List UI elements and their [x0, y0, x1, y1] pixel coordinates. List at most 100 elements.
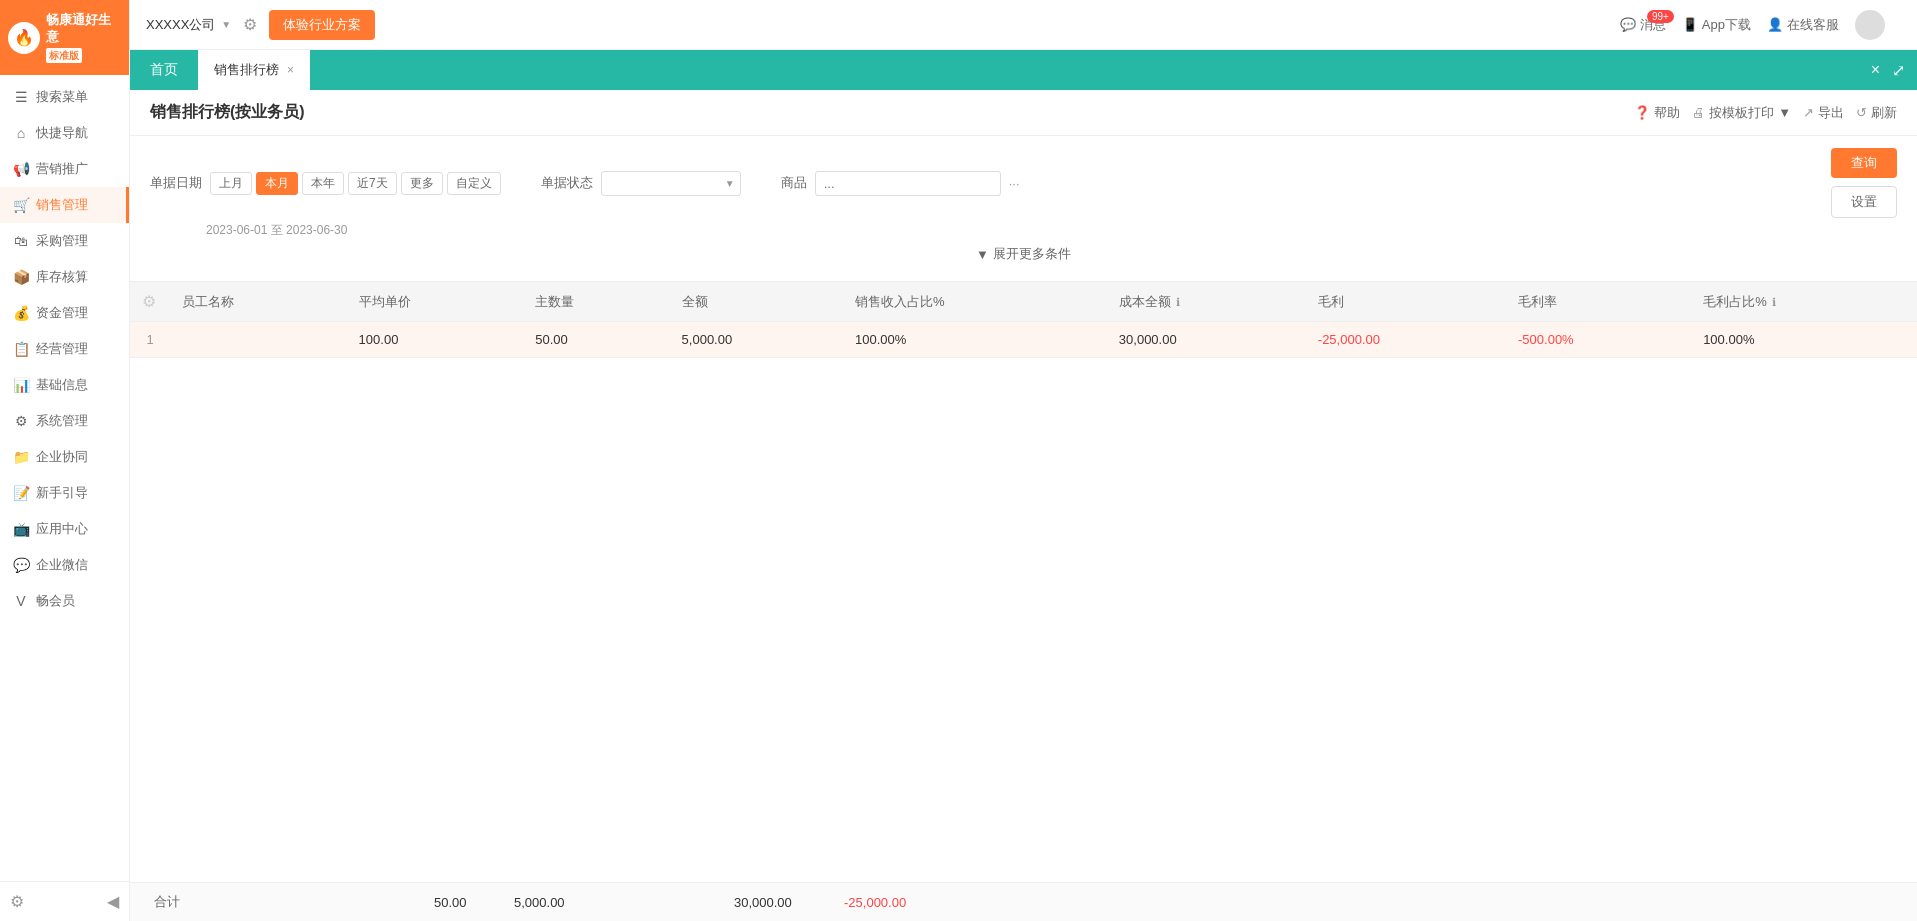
- cell-sales-pct: 100.00%: [843, 322, 1107, 358]
- sidebar-label-1: 快捷导航: [36, 124, 88, 142]
- print-btn[interactable]: 🖨 按模板打印 ▼: [1692, 104, 1791, 122]
- print-icon: 🖨: [1692, 105, 1705, 120]
- sidebar-item-0[interactable]: ☰搜索菜单: [0, 79, 129, 115]
- date-label: 单据日期: [150, 174, 202, 192]
- tab-close-window-icon[interactable]: ×: [1871, 61, 1880, 79]
- topbar-settings-icon[interactable]: ⚙: [243, 15, 257, 34]
- sidebar-item-14[interactable]: V畅会员: [0, 583, 129, 619]
- sidebar-item-3[interactable]: 🛒销售管理: [0, 187, 129, 223]
- edition-badge: 标准版: [46, 48, 82, 63]
- cell-profit-pct: 100.00%: [1691, 322, 1917, 358]
- company-selector[interactable]: XXXXX公司 ▼: [146, 16, 231, 34]
- goods-more-icon[interactable]: ···: [1009, 176, 1020, 191]
- sidebar-item-4[interactable]: 🛍采购管理: [0, 223, 129, 259]
- sidebar-item-9[interactable]: ⚙系统管理: [0, 403, 129, 439]
- sidebar-item-7[interactable]: 📋经营管理: [0, 331, 129, 367]
- settings-footer-icon[interactable]: ⚙: [10, 892, 24, 911]
- sidebar-label-4: 采购管理: [36, 232, 88, 250]
- col-profit: 毛利: [1306, 282, 1506, 322]
- message-icon: 💬: [1620, 17, 1636, 32]
- page-title: 销售排行榜(按业务员): [150, 102, 305, 123]
- status-filter: 单据状态: [541, 171, 741, 196]
- tab-maximize-icon[interactable]: ⤢: [1892, 61, 1905, 80]
- col-qty: 主数量: [523, 282, 669, 322]
- sidebar-item-10[interactable]: 📁企业协同: [0, 439, 129, 475]
- settings-btn[interactable]: 设置: [1831, 186, 1897, 218]
- footer-qty: 50.00: [422, 895, 502, 910]
- expand-more-label: 展开更多条件: [993, 245, 1071, 263]
- trial-btn[interactable]: 体验行业方案: [269, 10, 375, 40]
- sidebar-item-6[interactable]: 💰资金管理: [0, 295, 129, 331]
- topbar-right: 💬 消息 99+ 📱 App下载 👤 在线客服: [1620, 10, 1901, 40]
- sidebar-item-5[interactable]: 📦库存核算: [0, 259, 129, 295]
- sidebar-label-8: 基础信息: [36, 376, 88, 394]
- service-icon: 👤: [1767, 17, 1783, 32]
- user-avatar[interactable]: [1855, 10, 1885, 40]
- date-7days-btn[interactable]: 近7天: [348, 172, 397, 195]
- tab-home[interactable]: 首页: [130, 50, 198, 90]
- tab-close-icon[interactable]: ×: [287, 63, 294, 77]
- date-buttons: 上月 本月 本年 近7天 更多 自定义: [210, 172, 501, 195]
- date-range-text: 2023-06-01 至 2023-06-30: [206, 223, 347, 237]
- tab-sales-ranking[interactable]: 销售排行榜 ×: [198, 50, 310, 90]
- date-prev-btn[interactable]: 上月: [210, 172, 252, 195]
- sidebar-label-10: 企业协同: [36, 448, 88, 466]
- sidebar-nav: ☰搜索菜单⌂快捷导航📢营销推广🛒销售管理🛍采购管理📦库存核算💰资金管理📋经营管理…: [0, 75, 129, 881]
- sidebar-item-2[interactable]: 📢营销推广: [0, 151, 129, 187]
- help-icon: ❓: [1634, 105, 1650, 120]
- export-label: 导出: [1818, 104, 1844, 122]
- sidebar-logo: 🔥 畅康通好生意 标准版: [0, 0, 129, 75]
- app-icon: 📱: [1682, 17, 1698, 32]
- date-more-btn[interactable]: 更多: [401, 172, 443, 195]
- sidebar-item-8[interactable]: 📊基础信息: [0, 367, 129, 403]
- refresh-btn[interactable]: ↺ 刷新: [1856, 104, 1897, 122]
- sidebar-icon-13: 💬: [12, 556, 30, 574]
- cell-profit-rate: -500.00%: [1506, 322, 1691, 358]
- status-select[interactable]: [601, 171, 741, 196]
- sidebar-label-0: 搜索菜单: [36, 88, 88, 106]
- table-header-row: ⚙ 员工名称 平均单价 主数量 全额 销售收入占比% 成本全额 ℹ 毛利 毛利率…: [130, 282, 1917, 322]
- cost-info-icon[interactable]: ℹ: [1176, 296, 1180, 308]
- filter-row-main: 单据日期 上月 本月 本年 近7天 更多 自定义 单据状态: [150, 148, 1897, 218]
- sidebar-item-1[interactable]: ⌂快捷导航: [0, 115, 129, 151]
- goods-input[interactable]: [815, 171, 1001, 196]
- status-label: 单据状态: [541, 174, 593, 192]
- date-year-btn[interactable]: 本年: [302, 172, 344, 195]
- profit-pct-info-icon[interactable]: ℹ: [1772, 296, 1776, 308]
- col-settings[interactable]: ⚙: [130, 282, 170, 322]
- col-avg-price: 平均单价: [347, 282, 524, 322]
- expand-down-icon: ▼: [976, 247, 989, 262]
- app-download-btn[interactable]: 📱 App下载: [1682, 16, 1751, 34]
- footer-amount: 5,000.00: [502, 895, 602, 910]
- sidebar-label-7: 经营管理: [36, 340, 88, 358]
- sidebar-label-12: 应用中心: [36, 520, 88, 538]
- cell-cost: 30,000.00: [1107, 322, 1306, 358]
- sidebar-item-11[interactable]: 📝新手引导: [0, 475, 129, 511]
- message-badge: 99+: [1647, 10, 1674, 23]
- sidebar-item-13[interactable]: 💬企业微信: [0, 547, 129, 583]
- export-btn[interactable]: ↗ 导出: [1803, 104, 1844, 122]
- status-select-wrap: [601, 171, 741, 196]
- expand-more-btn[interactable]: ▼ 展开更多条件: [150, 239, 1897, 269]
- help-btn[interactable]: ❓ 帮助: [1634, 104, 1680, 122]
- date-current-btn[interactable]: 本月: [256, 172, 298, 195]
- sidebar-label-6: 资金管理: [36, 304, 88, 322]
- date-filter: 单据日期 上月 本月 本年 近7天 更多 自定义: [150, 172, 501, 195]
- cell-rank: 1: [130, 322, 170, 358]
- collapse-icon[interactable]: ◀: [107, 892, 119, 911]
- cell-profit: -25,000.00: [1306, 322, 1506, 358]
- date-custom-btn[interactable]: 自定义: [447, 172, 501, 195]
- cell-avg-price: 100.00: [347, 322, 524, 358]
- message-btn[interactable]: 💬 消息 99+: [1620, 16, 1666, 34]
- tab-sales-ranking-label: 销售排行榜: [214, 61, 279, 79]
- sidebar-item-12[interactable]: 📺应用中心: [0, 511, 129, 547]
- refresh-icon: ↺: [1856, 105, 1867, 120]
- sidebar-icon-3: 🛒: [12, 196, 30, 214]
- online-service-btn[interactable]: 👤 在线客服: [1767, 16, 1839, 34]
- refresh-label: 刷新: [1871, 104, 1897, 122]
- print-dropdown-icon: ▼: [1778, 105, 1791, 120]
- goods-filter: 商品 ···: [781, 171, 1020, 196]
- tabbar: 首页 销售排行榜 × × ⤢: [130, 50, 1917, 90]
- query-btn[interactable]: 查询: [1831, 148, 1897, 178]
- sidebar-label-14: 畅会员: [36, 592, 75, 610]
